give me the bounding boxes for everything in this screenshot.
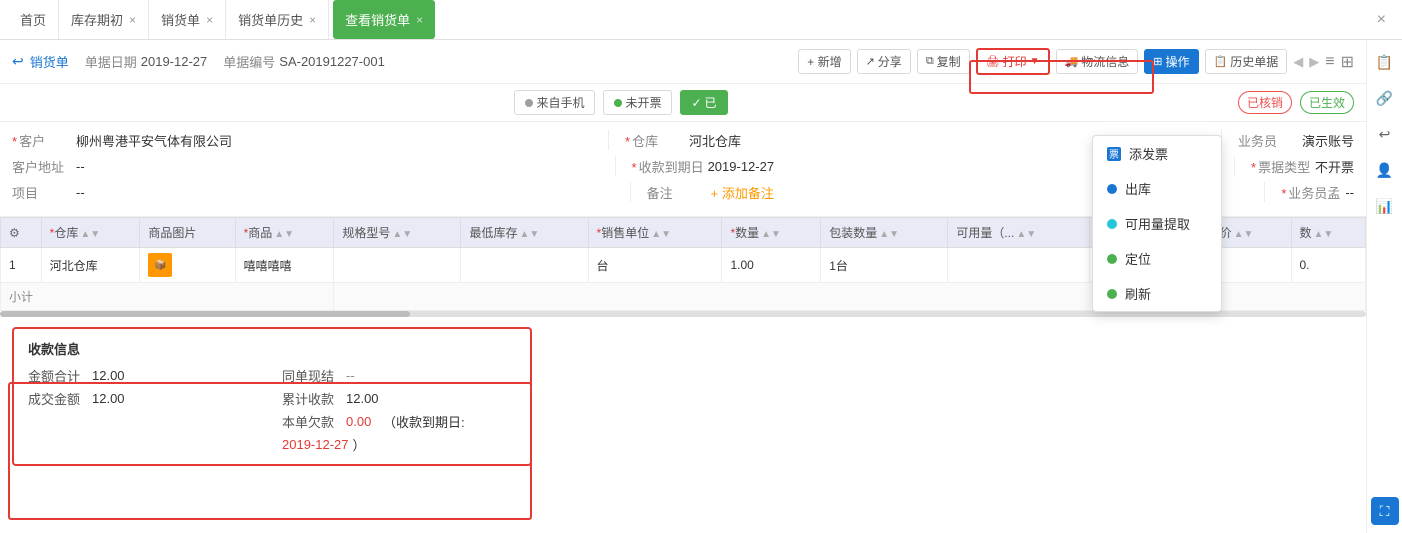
project-field: 项目 -- bbox=[12, 183, 614, 202]
view-toggle-list[interactable]: ≡ bbox=[1325, 53, 1334, 71]
operations-dropdown: 票 添发票 出库 可用量提取 定位 刷新 bbox=[1092, 135, 1222, 312]
row-min-stock bbox=[461, 248, 588, 283]
doc-title: 销货单 bbox=[30, 52, 69, 71]
copy-button[interactable]: ⧉ 复制 bbox=[917, 49, 970, 74]
dropdown-locate[interactable]: 定位 bbox=[1093, 241, 1221, 276]
total-label: 金额合计 bbox=[28, 366, 88, 385]
doc-title-area: ↩ 销货单 bbox=[12, 52, 69, 71]
close-all-button[interactable]: × bbox=[1369, 11, 1394, 29]
sidebar-icon-expand[interactable]: ⛶ bbox=[1371, 497, 1399, 525]
arrears-label: 本单欠款 bbox=[282, 412, 342, 431]
tab-bar: 首页 库存期初 × 销货单 × 销货单历史 × 查看销货单 × × bbox=[0, 0, 1402, 40]
tab-sales[interactable]: 销货单 × bbox=[149, 0, 226, 39]
row-spec bbox=[334, 248, 461, 283]
row-product: 嘻嘻嘻嘻 bbox=[235, 248, 334, 283]
share-button[interactable]: ↗ 分享 bbox=[857, 49, 911, 74]
row-image: 📦 bbox=[140, 248, 235, 283]
sidebar-icon-5[interactable]: 📊 bbox=[1371, 192, 1399, 220]
row-index: 1 bbox=[1, 248, 42, 283]
logistics-button[interactable]: 🚚 物流信息 bbox=[1056, 49, 1139, 74]
col-warehouse: *仓库▲▼ bbox=[41, 218, 140, 248]
dropdown-outbound[interactable]: 出库 bbox=[1093, 171, 1221, 206]
sidebar-icon-1[interactable]: 📋 bbox=[1371, 48, 1399, 76]
col-product: *商品▲▼ bbox=[235, 218, 334, 248]
subtotal-label: 小计 bbox=[1, 283, 334, 311]
add-remark-button[interactable]: + 添加备注 bbox=[711, 183, 774, 202]
locate-icon bbox=[1107, 254, 1117, 264]
arrears-note-text: （收款到期日: bbox=[383, 412, 465, 431]
total-value: 12.00 bbox=[92, 368, 125, 383]
cumulative-label: 累计收款 bbox=[282, 389, 342, 408]
dropdown-available-extract[interactable]: 可用量提取 bbox=[1093, 206, 1221, 241]
deal-label: 成交金额 bbox=[28, 389, 88, 408]
print-button[interactable]: 🖨 打印 ▼ bbox=[976, 48, 1050, 75]
col-unit: *销售单位▲▼ bbox=[588, 218, 722, 248]
close-inventory-tab[interactable]: × bbox=[129, 13, 136, 27]
same-order-value: -- bbox=[346, 368, 355, 383]
not-open-button[interactable]: 未开票 bbox=[603, 90, 672, 115]
tab-home[interactable]: 首页 bbox=[8, 0, 59, 39]
arrears-value: 0.00 bbox=[346, 414, 371, 429]
address-field: 客户地址 -- bbox=[12, 157, 599, 176]
tab-sales-history[interactable]: 销货单历史 × bbox=[226, 0, 329, 39]
cumulative-value: 12.00 bbox=[346, 391, 379, 406]
arrears-note bbox=[375, 414, 379, 429]
col-available: 可用量（...▲▼ bbox=[948, 218, 1090, 248]
col-pack-qty: 包装数量▲▼ bbox=[821, 218, 948, 248]
row-warehouse: 河北仓库 bbox=[41, 248, 140, 283]
col-settings[interactable]: ⚙ bbox=[1, 218, 42, 248]
same-order-label: 同单现结 bbox=[282, 366, 342, 385]
col-other: 数▲▼ bbox=[1291, 218, 1366, 248]
dropdown-refresh[interactable]: 刷新 bbox=[1093, 276, 1221, 311]
add-invoice-icon: 票 bbox=[1107, 147, 1121, 161]
confirm-button[interactable]: ✓ 已 bbox=[680, 90, 727, 115]
available-extract-icon bbox=[1107, 219, 1117, 229]
row-pack-qty: 1台 bbox=[821, 248, 948, 283]
doc-header: ↩ 销货单 单据日期 2019-12-27 单据编号 SA-20191227-0… bbox=[0, 40, 1366, 84]
new-button[interactable]: + 新增 bbox=[798, 49, 850, 74]
arrears-end: ） bbox=[353, 435, 366, 454]
col-min-stock: 最低库存▲▼ bbox=[461, 218, 588, 248]
row-qty: 1.00 bbox=[722, 248, 821, 283]
arrears-date: 2019-12-27 bbox=[282, 437, 349, 452]
row-other: 0. bbox=[1291, 248, 1366, 283]
effective-badge: 已生效 bbox=[1300, 91, 1354, 114]
product-image: 📦 bbox=[148, 253, 172, 277]
operations-button[interactable]: ⊞ 操作 bbox=[1144, 49, 1198, 74]
close-history-tab[interactable]: × bbox=[309, 13, 316, 27]
col-qty: *数量▲▼ bbox=[722, 218, 821, 248]
dropdown-add-invoice[interactable]: 票 添发票 bbox=[1093, 136, 1221, 171]
close-view-tab[interactable]: × bbox=[416, 13, 423, 27]
right-sidebar: 📋 🔗 ↩ 👤 📊 ⛶ bbox=[1366, 40, 1402, 533]
outbound-icon bbox=[1107, 184, 1117, 194]
tab-view-sales[interactable]: 查看销货单 × bbox=[333, 0, 435, 39]
payment-info-box: 收款信息 金额合计 12.00 同单现结 -- 成交金额 12.00 累计收款 … bbox=[12, 327, 532, 466]
sold-badge: 已核销 bbox=[1238, 91, 1292, 114]
payment-info-title: 收款信息 bbox=[28, 339, 516, 358]
sidebar-icon-3[interactable]: ↩ bbox=[1371, 120, 1399, 148]
doc-meta: 单据日期 2019-12-27 单据编号 SA-20191227-001 bbox=[85, 52, 782, 71]
col-spec: 规格型号▲▼ bbox=[334, 218, 461, 248]
row-unit: 台 bbox=[588, 248, 722, 283]
tab-inventory[interactable]: 库存期初 × bbox=[59, 0, 149, 39]
secondary-toolbar: 来自手机 未开票 ✓ 已 已核销 已生效 bbox=[0, 84, 1366, 122]
sidebar-icon-2[interactable]: 🔗 bbox=[1371, 84, 1399, 112]
sidebar-icon-4[interactable]: 👤 bbox=[1371, 156, 1399, 184]
col-image: 商品图片 bbox=[140, 218, 235, 248]
close-sales-tab[interactable]: × bbox=[206, 13, 213, 27]
customer-field: 客户 柳州粤港平安气体有限公司 bbox=[12, 131, 592, 150]
history-button[interactable]: 📋 历史单据 bbox=[1205, 49, 1288, 74]
from-phone-button[interactable]: 来自手机 bbox=[514, 90, 595, 115]
view-toggle-grid[interactable]: ⊞ bbox=[1341, 52, 1354, 72]
refresh-icon bbox=[1107, 289, 1117, 299]
row-available bbox=[948, 248, 1090, 283]
deal-value: 12.00 bbox=[92, 391, 125, 406]
